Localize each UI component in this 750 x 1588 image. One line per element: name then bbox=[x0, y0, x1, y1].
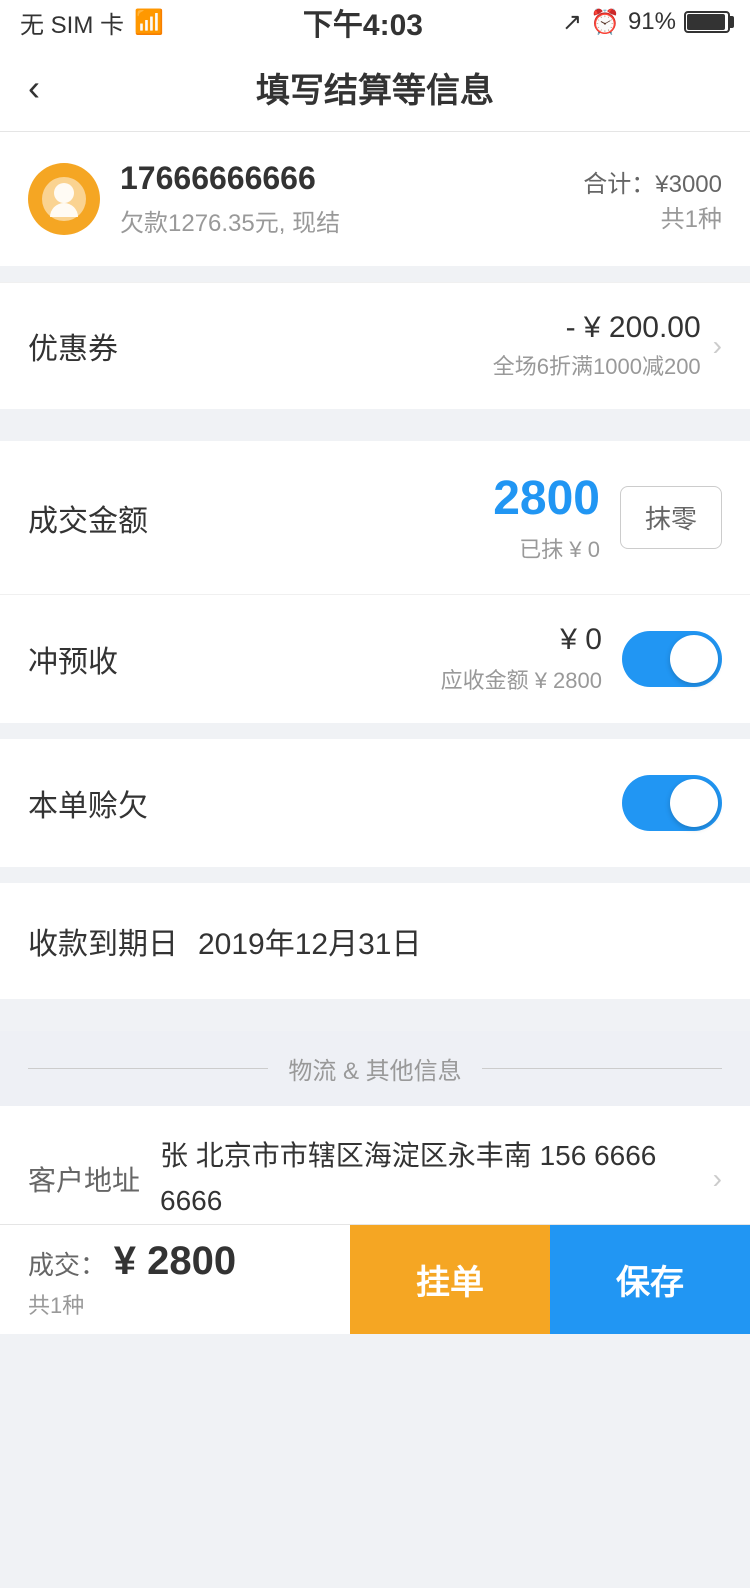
prepay-label: 冲预收 bbox=[28, 637, 118, 681]
status-right: ↗ ⏰ 91% bbox=[562, 8, 730, 37]
battery-percent: 91% bbox=[628, 8, 676, 36]
pending-button[interactable]: 挂单 bbox=[350, 1225, 550, 1334]
amount-value: 2800 bbox=[493, 471, 600, 526]
back-button[interactable]: ‹ bbox=[28, 67, 40, 109]
prepay-sub: 应收金额 ¥ 2800 bbox=[441, 663, 602, 695]
carrier-label: 无 SIM 卡 bbox=[20, 5, 124, 40]
sum-label: 成交： bbox=[28, 1250, 106, 1280]
divider-3 bbox=[0, 1015, 750, 1031]
battery-icon bbox=[684, 11, 730, 33]
sum-amount: ¥ 2800 bbox=[114, 1239, 236, 1283]
coupon-label: 优惠券 bbox=[28, 324, 118, 368]
prepay-toggle[interactable] bbox=[622, 631, 722, 687]
coupon-discount: - ¥ 200.00 bbox=[493, 311, 701, 345]
bottom-bar: 成交： ¥ 2800 共1种 挂单 保存 bbox=[0, 1224, 750, 1334]
debt-row: 本单赊欠 bbox=[0, 739, 750, 867]
location-icon: ↗ bbox=[562, 8, 582, 37]
amount-section: 成交金额 2800 已抹 ¥ 0 抹零 冲预收 ¥ 0 应收金额 ¥ 2800 bbox=[0, 441, 750, 723]
duedate-row: 收款到期日 2019年12月31日 bbox=[0, 883, 750, 999]
address-label: 客户地址 bbox=[28, 1159, 140, 1199]
prepay-row: 冲预收 ¥ 0 应收金额 ¥ 2800 bbox=[0, 594, 750, 723]
round-button[interactable]: 抹零 bbox=[620, 486, 722, 549]
divider-1 bbox=[0, 425, 750, 441]
logistics-label: 物流 & 其他信息 bbox=[268, 1051, 481, 1086]
debt-toggle[interactable] bbox=[622, 775, 722, 831]
status-left: 无 SIM 卡 📶 bbox=[20, 5, 164, 40]
status-bar: 无 SIM 卡 📶 下午4:03 ↗ ⏰ 91% bbox=[0, 0, 750, 44]
divider-2 bbox=[0, 723, 750, 739]
page-title: 填写结算等信息 bbox=[256, 63, 494, 112]
customer-phone: 17666666666 bbox=[120, 160, 340, 197]
save-button[interactable]: 保存 bbox=[550, 1225, 750, 1334]
amount-row: 成交金额 2800 已抹 ¥ 0 抹零 bbox=[0, 441, 750, 594]
bottom-summary: 成交： ¥ 2800 共1种 bbox=[0, 1239, 350, 1320]
debt-label: 本单赊欠 bbox=[28, 781, 148, 825]
chevron-right-icon: › bbox=[713, 330, 722, 362]
nav-bar: ‹ 填写结算等信息 bbox=[0, 44, 750, 132]
main-content: 17666666666 欠款1276.35元, 现结 合计：¥3000 共1种 … bbox=[0, 132, 750, 1588]
coupon-row[interactable]: 优惠券 - ¥ 200.00 全场6折满1000减200 › bbox=[0, 282, 750, 409]
duedate-label: 收款到期日 bbox=[28, 919, 178, 963]
total-label: 合计：¥3000 bbox=[583, 164, 722, 199]
avatar bbox=[28, 163, 100, 235]
avatar-icon bbox=[42, 177, 86, 221]
debt-section: 本单赊欠 bbox=[0, 739, 750, 867]
customer-debt: 欠款1276.35元, 现结 bbox=[120, 203, 340, 238]
total-count: 共1种 bbox=[583, 199, 722, 234]
address-chevron-icon: › bbox=[713, 1163, 722, 1195]
divider-line-left bbox=[28, 1068, 268, 1069]
duedate-section: 收款到期日 2019年12月31日 bbox=[0, 883, 750, 999]
divider-line-right bbox=[482, 1068, 722, 1069]
bottom-buttons: 挂单 保存 bbox=[350, 1225, 750, 1334]
coupon-description: 全场6折满1000减200 bbox=[493, 349, 701, 381]
status-time: 下午4:03 bbox=[303, 0, 423, 44]
prepay-amount: ¥ 0 bbox=[441, 623, 602, 657]
customer-info-card: 17666666666 欠款1276.35元, 现结 合计：¥3000 共1种 bbox=[0, 132, 750, 266]
alarm-icon: ⏰ bbox=[590, 8, 620, 37]
sum-count: 共1种 bbox=[28, 1288, 322, 1320]
duedate-value: 2019年12月31日 bbox=[198, 919, 421, 963]
wifi-icon: 📶 bbox=[134, 8, 164, 37]
logistics-divider: 物流 & 其他信息 bbox=[0, 1031, 750, 1106]
amount-sub: 已抹 ¥ 0 bbox=[493, 532, 600, 564]
amount-label: 成交金额 bbox=[28, 496, 148, 540]
address-value: 张 北京市市辖区海淀区永丰南 156 6666 6666 bbox=[140, 1134, 713, 1224]
